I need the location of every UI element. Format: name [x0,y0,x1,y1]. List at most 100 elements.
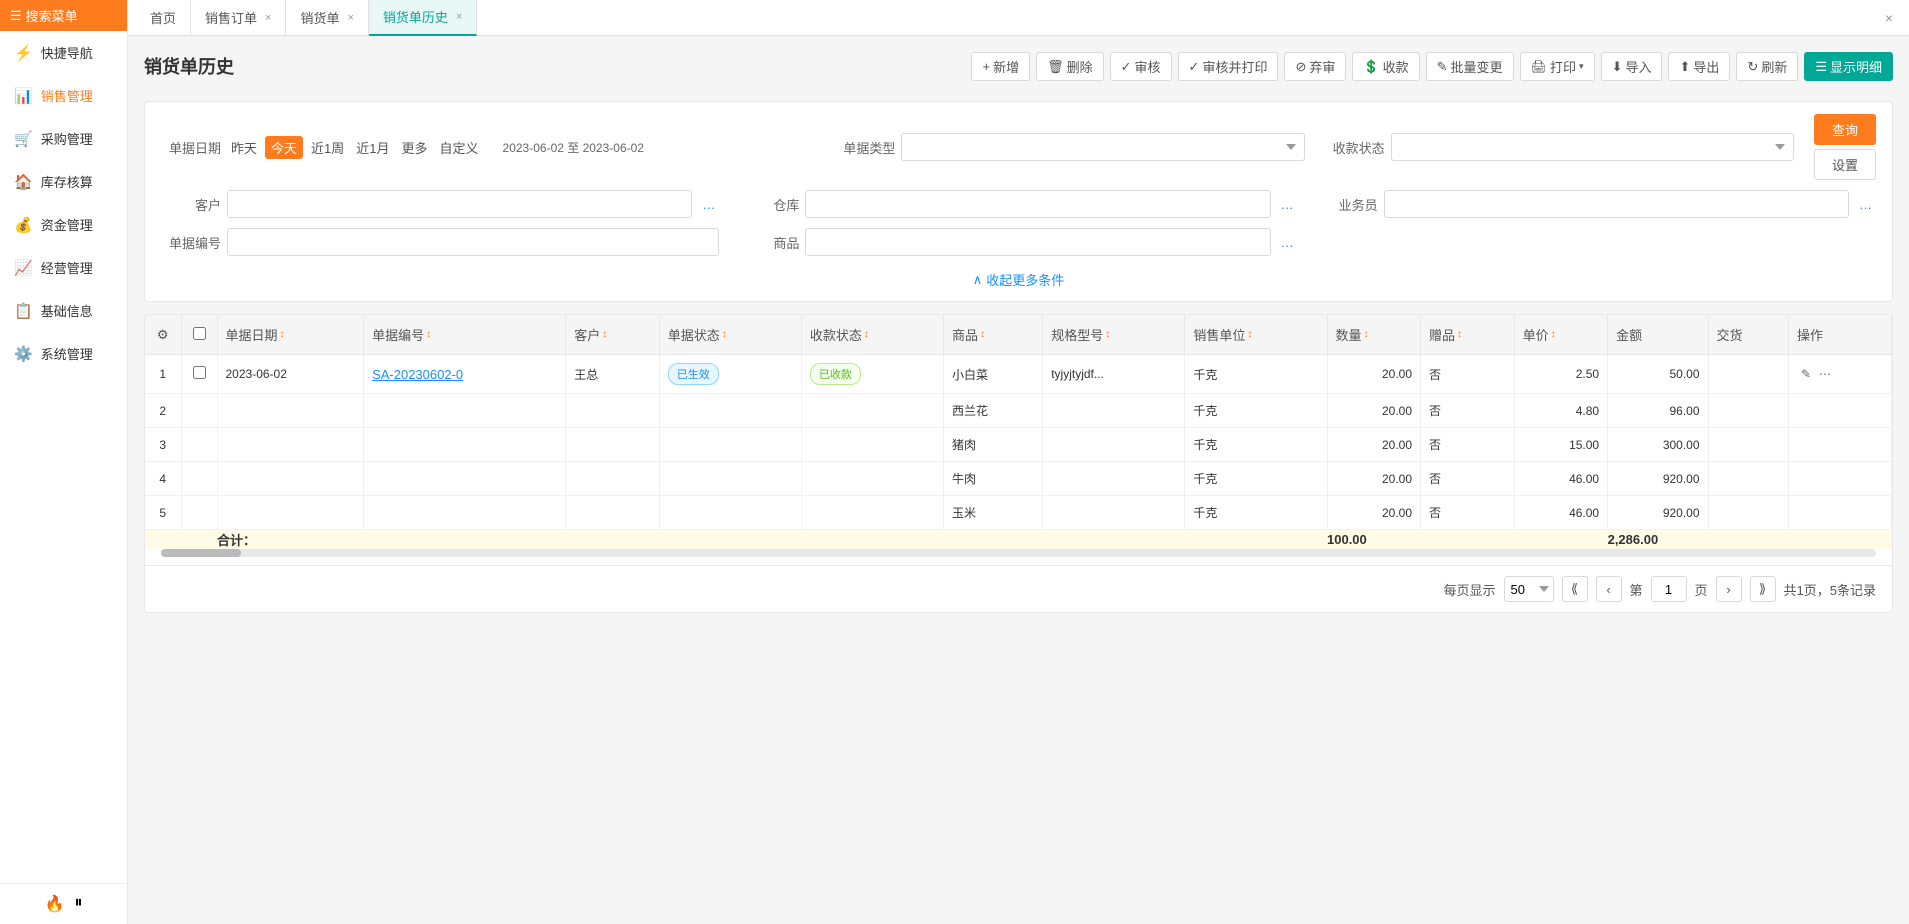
cell-customer [566,462,660,496]
th-settings[interactable]: ⚙ [145,315,181,355]
cell-operations[interactable] [1788,462,1891,496]
tab-sales-goods-close[interactable]: × [347,12,353,24]
tab-home[interactable]: 首页 [136,0,191,36]
th-doc-date[interactable]: 单据日期 ↕ [217,315,364,355]
collapse-btn[interactable]: ∧ 收起更多条件 [161,266,1876,289]
filter-business-input[interactable] [1384,190,1849,218]
fire-icon[interactable]: 🔥 [45,894,65,914]
print-button[interactable]: 🖨 打印 ▾ [1520,52,1595,81]
goods-dots-btn[interactable]: … [1277,235,1298,250]
warehouse-dots-btn[interactable]: … [1277,197,1298,212]
shortcut-last7[interactable]: 近1周 [307,136,348,159]
export-button[interactable]: ⬆ 导出 [1668,52,1730,81]
sidebar-item-finance[interactable]: 💰 资金管理 [0,203,127,246]
shortcut-more[interactable]: 更多 [398,136,432,159]
page-number-input[interactable] [1651,576,1687,602]
audit-print-button[interactable]: ✓ 审核并打印 [1178,52,1279,81]
pause-icon[interactable]: ⏸ [74,894,82,914]
filter-doc-no-input[interactable] [227,228,719,256]
th-trade[interactable]: 交货 [1708,315,1788,355]
th-amount[interactable]: 金额 [1608,315,1708,355]
cell-checkbox[interactable] [181,462,217,496]
th-spec[interactable]: 规格型号 ↕ [1043,315,1185,355]
prev-page-btn[interactable]: ‹ [1596,576,1622,602]
last-page-btn[interactable]: ⟫ [1750,576,1776,602]
delete-button[interactable]: 🗑 删除 [1036,52,1104,81]
setting-button[interactable]: 设置 [1814,149,1876,180]
shortcut-today[interactable]: 今天 [265,136,303,159]
next-page-btn[interactable]: › [1716,576,1742,602]
tab-sales-order[interactable]: 销售订单 × [191,0,286,36]
display-detail-button[interactable]: ☰ 显示明细 [1804,52,1893,81]
query-button[interactable]: 查询 [1814,114,1876,145]
sidebar-item-sales-mgmt[interactable]: 📊 销售管理 [0,74,127,117]
cell-operations[interactable] [1788,496,1891,530]
th-doc-no[interactable]: 单据编号 ↕ [364,315,566,355]
collect-button[interactable]: 💲 收款 [1352,52,1419,81]
sidebar-item-quick-nav[interactable]: ⚡ 快捷导航 [0,31,127,74]
scrollbar-thumb[interactable] [161,549,241,557]
th-qty[interactable]: 数量 ↕ [1327,315,1421,355]
import-button[interactable]: ⬇ 导入 [1601,52,1663,81]
filter-collect-status-select[interactable] [1391,133,1794,161]
th-gift[interactable]: 赠品 ↕ [1421,315,1515,355]
th-unit[interactable]: 销售单位 ↕ [1185,315,1327,355]
per-page-select[interactable]: 50 10 20 100 [1504,576,1554,602]
shortcut-yesterday[interactable]: 昨天 [227,136,261,159]
filter-doc-type-select[interactable] [901,133,1304,161]
sidebar-item-purchase-mgmt[interactable]: 🛒 采购管理 [0,117,127,160]
customer-dots-btn[interactable]: … [698,197,719,212]
filter-warehouse-input[interactable] [805,190,1270,218]
filter-customer-input[interactable] [227,190,692,218]
sidebar-search[interactable]: ☰ 搜索菜单 [0,0,127,31]
cell-trade [1708,496,1788,530]
edit-op-btn[interactable]: ✎ [1797,365,1815,383]
content-area: 销货单历史 + 新增 🗑 删除 ✓ 审核 ✓ 审核并打印 [128,36,1909,924]
audit-button[interactable]: ✓ 审核 [1110,52,1172,81]
filter-warehouse-item: 仓库 … [739,190,1297,218]
cell-checkbox[interactable] [181,428,217,462]
cell-operations[interactable]: ✎⋯ [1788,355,1891,394]
cell-doc-no[interactable] [364,462,566,496]
tab-sales-goods[interactable]: 销货单 × [286,0,368,36]
business-dots-btn[interactable]: … [1855,197,1876,212]
th-collect-status[interactable]: 收款状态 ↕ [801,315,943,355]
cell-checkbox[interactable] [181,394,217,428]
tab-sales-history-close[interactable]: × [456,11,462,23]
select-all-checkbox[interactable] [193,327,206,340]
tab-sales-history[interactable]: 销货单历史 × [369,0,477,36]
add-button[interactable]: + 新增 [971,52,1030,81]
batch-change-button[interactable]: ✎ 批量变更 [1426,52,1514,81]
th-customer[interactable]: 客户 ↕ [566,315,660,355]
sidebar-item-base-info[interactable]: 📋 基础信息 [0,289,127,332]
cell-checkbox[interactable] [181,355,217,394]
cell-doc-no[interactable] [364,394,566,428]
horizontal-scrollbar[interactable] [161,549,1876,557]
doc-no-link[interactable]: SA-20230602-0 [372,367,463,382]
th-unit-price[interactable]: 单价 ↕ [1514,315,1608,355]
row-checkbox[interactable] [193,366,206,379]
settings-icon[interactable]: ⚙ [157,327,169,342]
cell-doc-no[interactable] [364,496,566,530]
sidebar-item-operations[interactable]: 📈 经营管理 [0,246,127,289]
tab-sales-order-close[interactable]: × [265,12,271,24]
page-unit-label: 页 [1695,580,1708,599]
th-doc-status[interactable]: 单据状态 ↕ [659,315,801,355]
sidebar-item-sys-mgmt[interactable]: ⚙️ 系统管理 [0,332,127,375]
tabs-close-all[interactable]: × [1877,6,1901,30]
th-checkbox[interactable] [181,315,217,355]
refresh-button[interactable]: ↻ 刷新 [1736,52,1798,81]
shortcut-last1m[interactable]: 近1月 [352,136,393,159]
cell-operations[interactable] [1788,428,1891,462]
cell-checkbox[interactable] [181,496,217,530]
cell-doc-no[interactable]: SA-20230602-0 [364,355,566,394]
th-goods[interactable]: 商品 ↕ [944,315,1043,355]
cell-doc-no[interactable] [364,428,566,462]
shortcut-custom[interactable]: 自定义 [436,136,483,159]
first-page-btn[interactable]: ⟪ [1562,576,1588,602]
sidebar-item-inventory[interactable]: 🏠 库存核算 [0,160,127,203]
abandon-button[interactable]: ⊘ 弃审 [1284,52,1346,81]
cell-operations[interactable] [1788,394,1891,428]
more-op-btn[interactable]: ⋯ [1815,365,1835,383]
filter-goods-input[interactable] [805,228,1270,256]
